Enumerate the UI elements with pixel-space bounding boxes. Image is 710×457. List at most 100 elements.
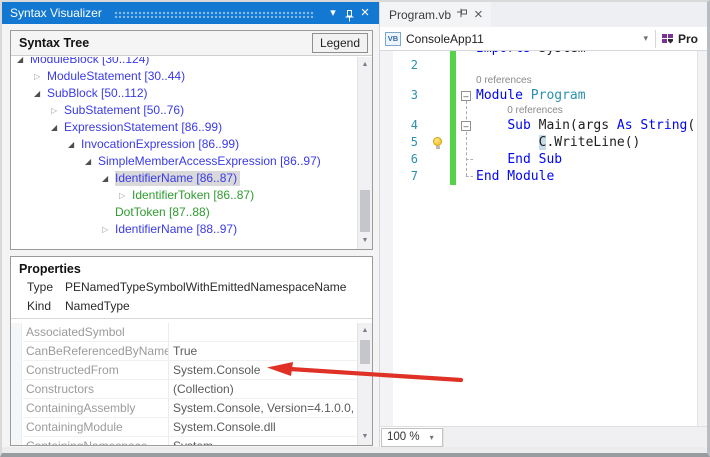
property-value: (Collection) [169, 382, 234, 396]
tree-node[interactable]: ▷IdentifierName [88..97) [11, 221, 357, 238]
property-value: System.Console, Version=4.1.0.0, C [169, 401, 357, 415]
tree-node[interactable]: ▷ModuleStatement [30..44) [11, 68, 357, 85]
property-grid: AssociatedSymbolCanBeReferencedByNameTru… [11, 323, 357, 445]
property-row[interactable]: ConstructedFromSystem.Console [23, 361, 357, 380]
property-grid-scrollbar[interactable]: ▲ ▼ [357, 323, 372, 445]
tree-node[interactable]: ◢SubBlock [50..112) [11, 85, 357, 102]
syntax-tree-scrollbar[interactable]: ▲ ▼ [357, 57, 372, 249]
tree-node[interactable]: ◢ModuleBlock [30..124) [11, 57, 357, 68]
code-segment [476, 152, 507, 167]
code-segment: Program [531, 88, 586, 103]
tree-node-label: SubBlock [50..112) [47, 86, 151, 101]
tree-node[interactable]: ◢ExpressionStatement [86..99) [11, 119, 357, 136]
codelens-label: 0 references [476, 74, 532, 87]
expander-icon[interactable]: ◢ [17, 57, 30, 64]
syntax-tree-title: Syntax Tree [19, 36, 89, 50]
code-line[interactable]: 6 End Sub [380, 151, 707, 168]
horizontal-scrollbar[interactable] [443, 427, 707, 447]
code-segment [476, 135, 539, 150]
tree-node-label: ExpressionStatement [86..99) [64, 120, 225, 135]
zoom-value: 100 % [387, 431, 420, 443]
expander-icon[interactable]: ◢ [102, 174, 115, 183]
property-row[interactable]: AssociatedSymbol [23, 323, 357, 342]
legend-button[interactable]: Legend [312, 33, 368, 53]
expander-icon[interactable]: ◢ [68, 140, 81, 149]
tree-node[interactable]: ◢InvocationExpression [86..99) [11, 136, 357, 153]
properties-section: Properties Type PENamedTypeSymbolWithEmi… [10, 256, 373, 446]
tab-pin-icon[interactable] [457, 8, 468, 22]
zoom-dropdown[interactable]: 100 % ▾ [381, 428, 443, 447]
window-position-icon[interactable]: ▾ [325, 2, 341, 24]
panel-titlebar[interactable]: Syntax Visualizer ▾ × [2, 2, 379, 24]
collapse-region-icon[interactable]: – [461, 91, 471, 101]
code-line[interactable]: 3–Module Program [380, 87, 707, 104]
tree-node[interactable]: DotToken [87..88) [11, 204, 357, 221]
expander-icon[interactable]: ▷ [119, 191, 132, 200]
tree-node-label: InvocationExpression [86..99) [81, 137, 242, 152]
symbol-kind-row: Kind NamedType [11, 297, 372, 316]
scroll-down-icon[interactable]: ▼ [358, 234, 372, 248]
tree-node[interactable]: ◢SimpleMemberAccessExpression [86..97) [11, 153, 357, 170]
collapse-region-icon[interactable]: – [461, 121, 471, 131]
tab-close-icon[interactable]: × [474, 6, 483, 23]
scrollbar-thumb[interactable] [360, 340, 370, 364]
type-value: PENamedTypeSymbolWithEmittedNamespaceNam… [65, 280, 346, 294]
property-name: AssociatedSymbol [23, 323, 169, 341]
codelens-label: 0 references [507, 104, 563, 117]
codelens-references[interactable]: 0 references [380, 74, 707, 87]
code-segment: As [617, 118, 640, 133]
expander-icon[interactable]: ◢ [85, 157, 98, 166]
pin-icon-glyph [345, 10, 354, 22]
scrollbar-thumb[interactable] [360, 190, 370, 232]
expander-icon[interactable]: ▷ [34, 72, 47, 81]
properties-title: Properties [11, 257, 372, 278]
chevron-down-icon[interactable]: ▾ [636, 33, 655, 44]
editor-scrollbar[interactable] [697, 51, 707, 426]
property-value: System.Console.dll [169, 420, 276, 434]
property-value: True [169, 344, 197, 358]
code-segment: Module [476, 88, 531, 103]
pin-icon[interactable] [341, 5, 357, 22]
code-line[interactable]: 7End Module [380, 168, 707, 185]
property-row[interactable]: ContainingModuleSystem.Console.dll [23, 418, 357, 437]
tree-node[interactable]: ▷IdentifierToken [86..87) [11, 187, 357, 204]
line-number: 6 [380, 151, 428, 168]
member-dropdown[interactable]: Pro [661, 32, 707, 46]
property-row[interactable]: ContainingNamespaceSystem [23, 437, 357, 445]
property-name: ContainingNamespace [23, 437, 169, 445]
property-name: Constructors [23, 380, 169, 398]
code-line[interactable]: 2 [380, 57, 707, 74]
expander-icon[interactable]: ▷ [102, 225, 115, 234]
tree-node[interactable]: ▷SubStatement [50..76) [11, 102, 357, 119]
property-row[interactable]: Constructors(Collection) [23, 380, 357, 399]
code-editor[interactable]: Imports System 20 references3–Module Pro… [380, 51, 707, 426]
code-segment: End Sub [507, 152, 562, 167]
scroll-down-icon[interactable]: ▼ [358, 430, 372, 444]
member-dropdown-label: Pro [678, 32, 698, 46]
syntax-visualizer-panel: Syntax Visualizer ▾ × Syntax Tree [2, 2, 379, 447]
property-row[interactable]: ContainingAssemblySystem.Console, Versio… [23, 399, 357, 418]
lightbulb-icon[interactable] [432, 137, 443, 148]
expander-icon[interactable]: ◢ [34, 89, 47, 98]
expander-icon[interactable]: ◢ [51, 123, 64, 132]
project-dropdown[interactable]: ConsoleApp11 [406, 32, 636, 46]
tree-node-label: DotToken [87..88) [115, 205, 213, 220]
line-number: 5 [380, 134, 428, 151]
divider [11, 318, 372, 319]
tree-node[interactable]: ◢IdentifierName [86..87) [11, 170, 357, 187]
property-row[interactable]: CanBeReferencedByNameTrue [23, 342, 357, 361]
scroll-up-icon[interactable]: ▲ [358, 58, 372, 72]
code-line[interactable]: 4– Sub Main(args As String()) [380, 117, 707, 134]
module-icon [661, 32, 674, 45]
code-line[interactable]: 5 C.WriteLine() [380, 134, 707, 151]
kind-value: NamedType [65, 299, 130, 313]
close-icon[interactable]: × [357, 2, 373, 24]
tab-program-vb[interactable]: Program.vb × [380, 2, 491, 27]
property-name: ContainingModule [23, 418, 169, 436]
codelens-references[interactable]: 0 references [380, 104, 707, 117]
type-label: Type [27, 280, 65, 294]
expander-icon[interactable]: ▷ [51, 106, 64, 115]
visual-studio-window: Syntax Visualizer ▾ × Syntax Tree [0, 0, 710, 457]
scroll-up-icon[interactable]: ▲ [358, 324, 372, 338]
tree-node-label: IdentifierName [88..97) [115, 222, 240, 237]
